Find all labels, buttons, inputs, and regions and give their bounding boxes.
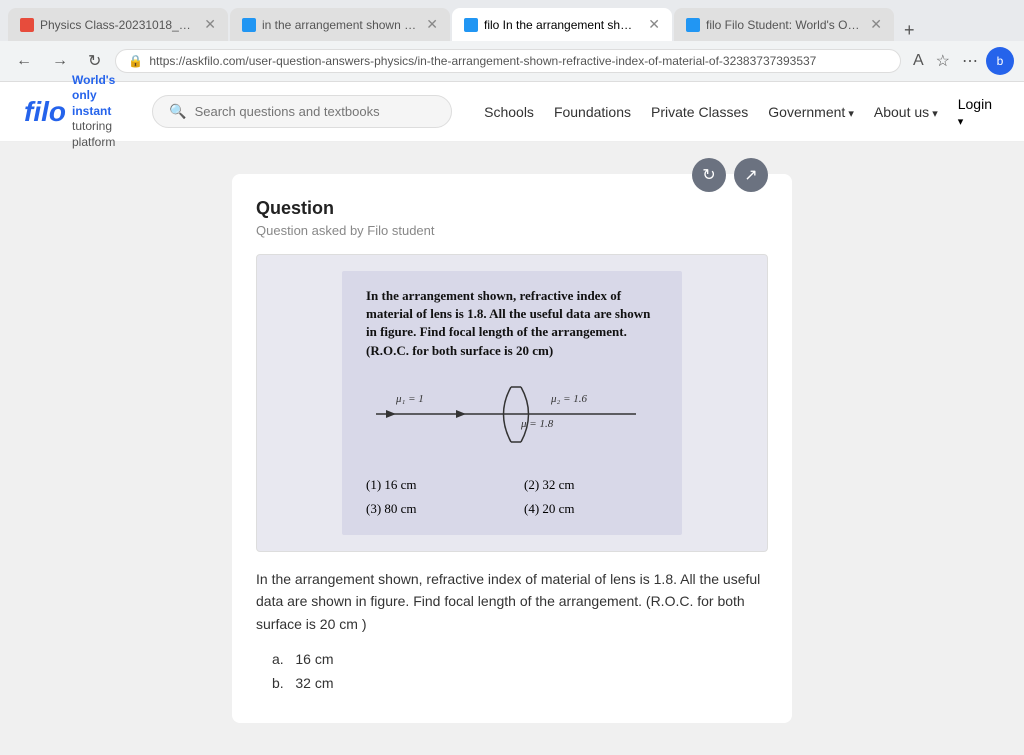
nav-login[interactable]: Login bbox=[950, 92, 1000, 132]
answer-value-b: 32 cm bbox=[295, 675, 333, 691]
option-1: (1) 16 cm bbox=[366, 475, 500, 495]
question-title: Question bbox=[256, 198, 768, 219]
option-3: (3) 80 cm bbox=[366, 499, 500, 519]
svg-text:μ = 1.8: μ = 1.8 bbox=[520, 418, 554, 430]
nav-foundations[interactable]: Foundations bbox=[546, 100, 639, 124]
more-button[interactable]: ⋯ bbox=[958, 47, 982, 75]
svg-text:μ₁ = 1: μ₁ = 1 bbox=[395, 393, 424, 405]
answer-letter-b: b. bbox=[272, 675, 284, 691]
address-bar[interactable]: 🔒 https://askfilo.com/user-question-answ… bbox=[115, 49, 901, 73]
bookmark-button[interactable]: ☆ bbox=[932, 47, 954, 75]
tab-title-4: filo Filo Student: World's Only Live In.… bbox=[706, 18, 860, 32]
tab-close-3[interactable]: ✕ bbox=[648, 16, 660, 33]
option-2: (2) 32 cm bbox=[524, 475, 658, 495]
option-4: (4) 20 cm bbox=[524, 499, 658, 519]
lock-icon: 🔒 bbox=[128, 54, 143, 68]
new-tab-button[interactable]: + bbox=[896, 20, 923, 41]
answer-options: (1) 16 cm (2) 32 cm (3) 80 cm (4) 20 cm bbox=[366, 475, 658, 519]
tagline-line2: tutoring platform bbox=[72, 119, 120, 150]
website: filo World's only instant tutoring platf… bbox=[0, 82, 1024, 755]
read-mode-button[interactable]: A bbox=[909, 48, 928, 74]
browser-toolbar: ← → ↻ 🔒 https://askfilo.com/user-questio… bbox=[0, 41, 1024, 81]
tab-title-3: filo In the arrangement shown, refra... bbox=[484, 18, 638, 32]
tab-favicon-4 bbox=[686, 18, 700, 32]
expand-button[interactable]: ↗ bbox=[734, 158, 768, 192]
refresh-button[interactable]: ↻ bbox=[82, 47, 107, 75]
answer-value-a: 16 cm bbox=[295, 651, 333, 667]
nav-schools[interactable]: Schools bbox=[476, 100, 542, 124]
back-button[interactable]: ← bbox=[10, 48, 38, 74]
nav-links: Schools Foundations Private Classes Gove… bbox=[476, 92, 1000, 132]
tagline-instant: World's only instant bbox=[72, 73, 115, 118]
browser-chrome: Physics Class-20231018_162158 ✕ in the a… bbox=[0, 0, 1024, 82]
answer-item-b: b. 32 cm bbox=[272, 675, 768, 691]
question-actions: ↻ ↗ bbox=[692, 158, 768, 192]
forward-button[interactable]: → bbox=[46, 48, 74, 74]
url-text: https://askfilo.com/user-question-answer… bbox=[149, 54, 816, 68]
tab-1[interactable]: Physics Class-20231018_162158 ✕ bbox=[8, 8, 228, 41]
search-bar[interactable]: 🔍 bbox=[152, 95, 452, 128]
answer-letter-a: a. bbox=[272, 651, 284, 667]
tagline-line1: World's only instant bbox=[72, 73, 120, 120]
main-content: ↻ ↗ Question Question asked by Filo stud… bbox=[0, 142, 1024, 755]
tab-favicon-1 bbox=[20, 18, 34, 32]
svg-text:μ₂ = 1.6: μ₂ = 1.6 bbox=[550, 393, 588, 405]
tab-title-1: Physics Class-20231018_162158 bbox=[40, 18, 194, 32]
main-nav: filo World's only instant tutoring platf… bbox=[0, 82, 1024, 142]
refresh-question-button[interactable]: ↻ bbox=[692, 158, 726, 192]
diagram-title: In the arrangement shown, refractive ind… bbox=[366, 287, 658, 360]
nav-government[interactable]: Government bbox=[760, 100, 862, 124]
physics-diagram: In the arrangement shown, refractive ind… bbox=[342, 271, 682, 535]
tab-close-4[interactable]: ✕ bbox=[870, 16, 882, 33]
tab-close-1[interactable]: ✕ bbox=[204, 16, 216, 33]
question-image-container: In the arrangement shown, refractive ind… bbox=[256, 254, 768, 552]
tab-2[interactable]: in the arrangement shown , refra... ✕ bbox=[230, 8, 450, 41]
question-text: In the arrangement shown, refractive ind… bbox=[256, 568, 768, 635]
tab-title-2: in the arrangement shown , refra... bbox=[262, 18, 416, 32]
answer-item-a: a. 16 cm bbox=[272, 651, 768, 667]
search-icon: 🔍 bbox=[169, 103, 186, 120]
nav-private-classes[interactable]: Private Classes bbox=[643, 100, 756, 124]
tab-close-2[interactable]: ✕ bbox=[426, 16, 438, 33]
browser-tabs: Physics Class-20231018_162158 ✕ in the a… bbox=[0, 0, 1024, 41]
logo-tagline: World's only instant tutoring platform bbox=[72, 73, 120, 151]
tab-favicon-3 bbox=[464, 18, 478, 32]
lens-diagram-svg: μ₁ = 1 μ₂ = 1.6 μ = 1.8 bbox=[366, 372, 646, 462]
question-meta: Question asked by Filo student bbox=[256, 223, 768, 238]
nav-about-us[interactable]: About us bbox=[866, 100, 946, 124]
toolbar-actions: A ☆ ⋯ b bbox=[909, 47, 1014, 75]
tab-4[interactable]: filo Filo Student: World's Only Live In.… bbox=[674, 8, 894, 41]
search-input[interactable] bbox=[195, 104, 436, 119]
content-card: ↻ ↗ Question Question asked by Filo stud… bbox=[232, 174, 792, 723]
tab-favicon-2 bbox=[242, 18, 256, 32]
logo-text: filo bbox=[24, 96, 66, 128]
tab-3[interactable]: filo In the arrangement shown, refra... … bbox=[452, 8, 672, 41]
logo[interactable]: filo World's only instant tutoring platf… bbox=[24, 73, 120, 151]
profile-button[interactable]: b bbox=[986, 47, 1014, 75]
answer-list: a. 16 cm b. 32 cm bbox=[256, 651, 768, 691]
